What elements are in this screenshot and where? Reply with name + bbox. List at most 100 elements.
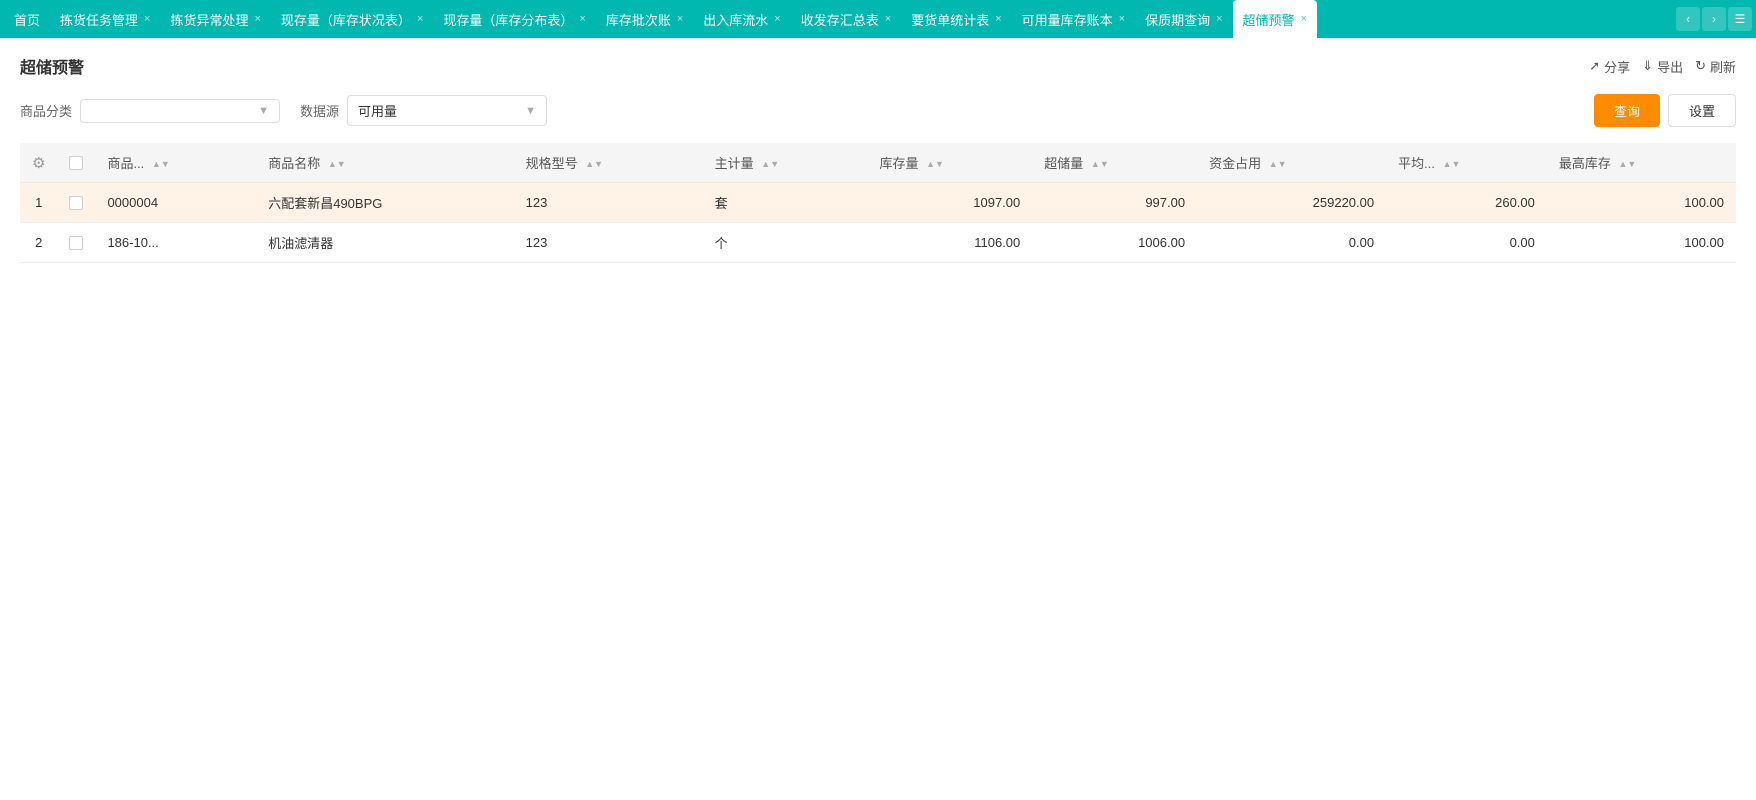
nav-stock-dist-label: 现存量（库存分布表） [443, 10, 573, 29]
th-product-name[interactable]: 商品名称 ▲▼ [256, 143, 513, 183]
export-button[interactable]: ⇓ 导出 [1642, 57, 1683, 76]
sort-icons-max-stock: ▲▼ [1619, 160, 1637, 169]
th-spec-label: 规格型号 [526, 156, 578, 171]
th-gear: ⚙ [20, 143, 57, 183]
row-avg-0: 260.00 [1386, 183, 1547, 223]
th-max-stock-label: 最高库存 [1559, 156, 1611, 171]
category-chevron-icon: ▼ [258, 105, 269, 117]
th-avg[interactable]: 平均... ▲▼ [1386, 143, 1547, 183]
nav-available-stock-close[interactable]: × [1119, 13, 1125, 25]
page-header: 超储预警 ➚ 分享 ⇓ 导出 ↻ 刷新 [20, 54, 1736, 78]
row-checkbox-input-1[interactable] [69, 236, 83, 250]
datasource-select-value: 可用量 [358, 101, 397, 120]
top-nav: 首页 拣货任务管理 × 拣货异常处理 × 现存量（库存状况表） × 现存量（库存… [0, 0, 1756, 38]
nav-next-btn[interactable]: › [1702, 7, 1726, 31]
row-unit-0: 套 [703, 183, 868, 223]
nav-overstock-warning-close[interactable]: × [1301, 13, 1307, 25]
nav-batch-account-label: 库存批次账 [606, 10, 671, 29]
nav-stock-dist-close[interactable]: × [579, 13, 585, 25]
nav-overstock-warning-label: 超储预警 [1243, 10, 1295, 29]
header-checkbox[interactable] [69, 156, 83, 170]
nav-pick-task-label: 拣货任务管理 [60, 10, 138, 29]
th-unit-label: 主计量 [715, 156, 754, 171]
nav-inout-flow[interactable]: 出入库流水 × [693, 0, 790, 38]
nav-pick-task-close[interactable]: × [144, 13, 150, 25]
nav-stock-status[interactable]: 现存量（库存状况表） × [271, 0, 433, 38]
row-index-0: 1 [20, 183, 57, 223]
nav-pick-exception[interactable]: 拣货异常处理 × [160, 0, 270, 38]
gear-icon[interactable]: ⚙ [32, 155, 45, 172]
nav-collect-summary-label: 收发存汇总表 [801, 10, 879, 29]
nav-stock-status-label: 现存量（库存状况表） [281, 10, 411, 29]
table-header-row: ⚙ 商品... ▲▼ 商品名称 ▲▼ 规格型号 ▲▼ [20, 143, 1736, 183]
nav-home[interactable]: 首页 [4, 0, 50, 38]
row-spec-0: 123 [514, 183, 703, 223]
nav-home-label: 首页 [14, 10, 40, 29]
query-button[interactable]: 查询 [1594, 94, 1660, 127]
share-label: 分享 [1604, 57, 1630, 76]
row-stock-1: 1106.00 [867, 223, 1032, 263]
row-product-code-1: 186-10... [95, 223, 256, 263]
th-stock[interactable]: 库存量 ▲▼ [867, 143, 1032, 183]
datasource-filter-label: 数据源 [300, 101, 339, 120]
sort-icons-avg: ▲▼ [1443, 160, 1461, 169]
row-spec-1: 123 [514, 223, 703, 263]
nav-collect-summary-close[interactable]: × [885, 13, 891, 25]
nav-arrows: ‹ › ☰ [1676, 7, 1752, 31]
refresh-icon: ↻ [1695, 58, 1706, 74]
nav-stock-dist[interactable]: 现存量（库存分布表） × [433, 0, 595, 38]
nav-batch-account[interactable]: 库存批次账 × [596, 0, 693, 38]
nav-pick-exception-close[interactable]: × [254, 13, 260, 25]
nav-order-stats[interactable]: 要货单统计表 × [901, 0, 1011, 38]
nav-collect-summary[interactable]: 收发存汇总表 × [791, 0, 901, 38]
th-unit[interactable]: 主计量 ▲▼ [703, 143, 868, 183]
nav-available-stock-label: 可用量库存账本 [1022, 10, 1113, 29]
th-spec[interactable]: 规格型号 ▲▼ [514, 143, 703, 183]
datasource-filter-group: 数据源 可用量 ▼ [300, 95, 547, 126]
share-button[interactable]: ➚ 分享 [1589, 57, 1630, 76]
category-select[interactable]: ▼ [80, 99, 280, 123]
nav-quality-query[interactable]: 保质期查询 × [1135, 0, 1232, 38]
th-max-stock[interactable]: 最高库存 ▲▼ [1547, 143, 1736, 183]
category-filter-label: 商品分类 [20, 101, 72, 120]
settings-button[interactable]: 设置 [1668, 94, 1736, 127]
nav-prev-btn[interactable]: ‹ [1676, 7, 1700, 31]
nav-available-stock[interactable]: 可用量库存账本 × [1012, 0, 1135, 38]
nav-batch-account-close[interactable]: × [677, 13, 683, 25]
row-checkbox-input-0[interactable] [69, 196, 83, 210]
row-avg-1: 0.00 [1386, 223, 1547, 263]
row-capital-1: 0.00 [1197, 223, 1386, 263]
nav-inout-flow-close[interactable]: × [774, 13, 780, 25]
nav-inout-flow-label: 出入库流水 [703, 10, 768, 29]
sort-icons-overflow: ▲▼ [1091, 160, 1109, 169]
page-content: 超储预警 ➚ 分享 ⇓ 导出 ↻ 刷新 商品分类 ▼ 数据源 [0, 38, 1756, 800]
nav-more-btn[interactable]: ☰ [1728, 7, 1752, 31]
nav-order-stats-close[interactable]: × [995, 13, 1001, 25]
nav-quality-query-close[interactable]: × [1216, 13, 1222, 25]
nav-quality-query-label: 保质期查询 [1145, 10, 1210, 29]
th-product-name-label: 商品名称 [268, 156, 320, 171]
datasource-select[interactable]: 可用量 ▼ [347, 95, 547, 126]
sort-icons-product-code: ▲▼ [152, 160, 170, 169]
share-icon: ➚ [1589, 58, 1600, 74]
export-icon: ⇓ [1642, 58, 1653, 74]
row-overflow-0: 997.00 [1032, 183, 1197, 223]
nav-pick-task[interactable]: 拣货任务管理 × [50, 0, 160, 38]
row-max-stock-0: 100.00 [1547, 183, 1736, 223]
th-product-code-label: 商品... [107, 156, 144, 171]
header-actions: ➚ 分享 ⇓ 导出 ↻ 刷新 [1589, 57, 1736, 76]
row-capital-0: 259220.00 [1197, 183, 1386, 223]
sort-icons-product-name: ▲▼ [328, 160, 346, 169]
sort-icons-spec: ▲▼ [585, 160, 603, 169]
page-title: 超储预警 [20, 54, 84, 78]
row-max-stock-1: 100.00 [1547, 223, 1736, 263]
th-capital[interactable]: 资金占用 ▲▼ [1197, 143, 1386, 183]
nav-stock-status-close[interactable]: × [417, 13, 423, 25]
th-overflow[interactable]: 超储量 ▲▼ [1032, 143, 1197, 183]
refresh-button[interactable]: ↻ 刷新 [1695, 57, 1736, 76]
table-row: 2 186-10... 机油滤清器 123 个 1106.00 1006.00 … [20, 223, 1736, 263]
sort-icons-unit: ▲▼ [761, 160, 779, 169]
table-body: 1 0000004 六配套新昌490BPG 123 套 1097.00 997.… [20, 183, 1736, 263]
nav-overstock-warning[interactable]: 超储预警 × [1233, 0, 1317, 38]
th-product-code[interactable]: 商品... ▲▼ [95, 143, 256, 183]
